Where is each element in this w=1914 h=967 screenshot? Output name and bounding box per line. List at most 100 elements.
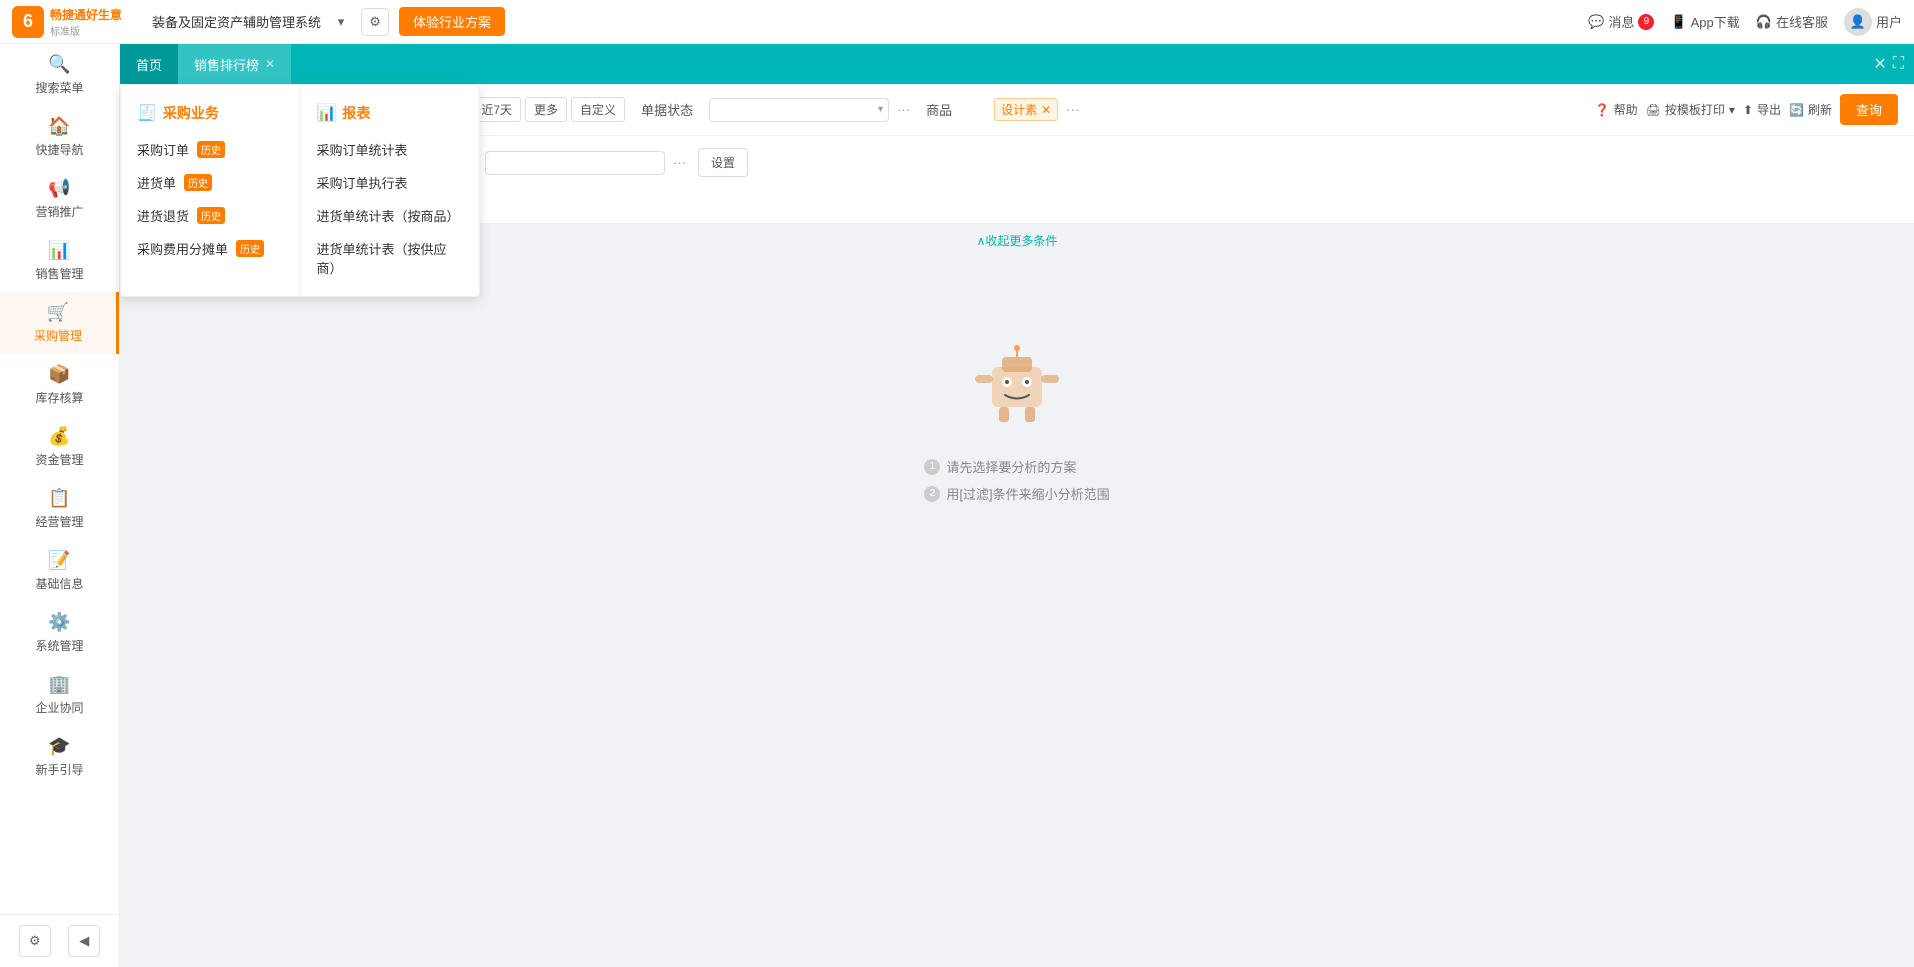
- sidebar-item-inventory[interactable]: 📦 库存核算: [0, 354, 119, 416]
- toolbar-right: ❓ 帮助 🖨 按模板打印 ▾ ⬆ 导出 🔄 刷新 查询: [1595, 94, 1898, 125]
- purchase-icon: 🛒: [47, 302, 69, 323]
- guide-icon: 🎓: [48, 736, 70, 757]
- print-icon: 🖨: [1646, 103, 1661, 117]
- query-btn[interactable]: 查询: [1840, 94, 1898, 125]
- sidebar-item-operations[interactable]: 📋 经营管理: [0, 478, 119, 540]
- history-badge-2: 历史: [197, 207, 225, 224]
- search-icon: 🔍: [48, 54, 70, 75]
- sidebar: 🔍 搜索菜单 🏠 快捷导航 📢 营销推广 📊 销售管理 🛒 采购管理 📦 库存核…: [0, 44, 120, 967]
- home-icon: 🏠: [48, 116, 70, 137]
- logo-icon: 6: [12, 6, 44, 38]
- tab-bar: 首页 销售排行榜 ✕ ✕ ⛶: [120, 44, 1914, 84]
- marketing-icon: 📢: [48, 178, 70, 199]
- dropdown-report-header: 📊 报表: [301, 97, 480, 133]
- history-badge-3: 历史: [236, 240, 264, 257]
- sidebar-item-enterprise[interactable]: 🏢 企业协同: [0, 664, 119, 726]
- purchase-dropdown-menu: 🧾 采购业务 采购订单 历史 进货单 历史 进货退货 历史 采购费用分摊单 历史…: [120, 84, 480, 297]
- sidebar-item-purchase[interactable]: 🛒 采购管理: [0, 292, 119, 354]
- history-badge-0: 历史: [197, 141, 225, 158]
- finance-icon: 💰: [48, 426, 70, 447]
- date-quick-btns: 近7天 更多 自定义: [472, 97, 625, 122]
- dropdown-item-purchase-order-exec[interactable]: 采购订单执行表: [301, 166, 480, 199]
- empty-tip-1: 1 请先选择要分析的方案: [924, 457, 1109, 476]
- doc-status-select-wrapper: ▾: [709, 98, 889, 122]
- header-dropdown-btn[interactable]: ▾: [331, 12, 351, 32]
- sidebar-item-guide[interactable]: 🎓 新手引导: [0, 726, 119, 788]
- message-icon: 💬: [1588, 14, 1604, 30]
- basic-icon: 📝: [48, 550, 70, 571]
- report-col-icon: 📊: [317, 103, 337, 123]
- tab-close-all-icon[interactable]: ✕: [1873, 54, 1886, 74]
- sidebar-item-finance[interactable]: 💰 资金管理: [0, 416, 119, 478]
- dropdown-item-return[interactable]: 进货退货 历史: [121, 199, 300, 232]
- settings-bottom-btn[interactable]: ⚙: [19, 925, 51, 957]
- sidebar-bottom: ⚙ ◀: [0, 914, 119, 967]
- tab-sales-rank[interactable]: 销售排行榜 ✕: [178, 44, 291, 84]
- tab-bar-right: ✕ ⛶: [1873, 54, 1914, 74]
- dropdown-purchase-header: 🧾 采购业务: [121, 97, 300, 133]
- refresh-btn[interactable]: 🔄 刷新: [1789, 101, 1832, 118]
- message-btn[interactable]: 💬 消息 9: [1588, 12, 1654, 31]
- date-more-btn[interactable]: 更多: [525, 97, 567, 122]
- print-btn[interactable]: 🖨 按模板打印 ▾: [1646, 101, 1735, 118]
- date-custom-btn[interactable]: 自定义: [571, 97, 625, 122]
- goods-label: 商品: [926, 100, 986, 119]
- goods-filter-group: 商品 设计素 ✕ ···: [926, 98, 1079, 121]
- doc-status-input[interactable]: [709, 98, 889, 122]
- tip-num-2: 2: [924, 486, 940, 502]
- doc-status-more-btn[interactable]: ···: [897, 102, 910, 117]
- goods-more-btn[interactable]: ···: [1066, 102, 1079, 117]
- settings-filter-btn[interactable]: 设置: [698, 148, 748, 177]
- header-middle: 装备及固定资产辅助管理系统 ▾ ⚙ 体验行业方案: [132, 7, 1588, 36]
- sidebar-item-search[interactable]: 🔍 搜索菜单: [0, 44, 119, 106]
- empty-state: 1 请先选择要分析的方案 2 用[过滤]条件来缩小分析范围: [120, 257, 1914, 583]
- tab-expand-icon[interactable]: ⛶: [1893, 55, 1904, 73]
- sidebar-item-sales[interactable]: 📊 销售管理: [0, 230, 119, 292]
- export-icon: ⬆: [1743, 103, 1753, 117]
- sidebar-item-quick-nav[interactable]: 🏠 快捷导航: [0, 106, 119, 168]
- collapse-icon: ∧: [977, 234, 986, 248]
- phone-icon: 📱: [1670, 14, 1686, 30]
- dropdown-report-col: 📊 报表 采购订单统计表 采购订单执行表 进货单统计表（按商品） 进货单统计表（…: [300, 85, 480, 296]
- dropdown-item-expense[interactable]: 采购费用分摊单 历史: [121, 232, 300, 265]
- salesperson-input[interactable]: [485, 151, 665, 175]
- goods-tag: 设计素 ✕: [994, 98, 1058, 121]
- collapse-sidebar-btn[interactable]: ◀: [68, 925, 100, 957]
- sidebar-item-system[interactable]: ⚙️ 系统管理: [0, 602, 119, 664]
- empty-illustration: [967, 337, 1067, 437]
- header-gear-btn[interactable]: ⚙: [361, 8, 389, 36]
- sales-icon: 📊: [48, 240, 70, 261]
- tip-num-1: 1: [924, 459, 940, 475]
- headset-icon: 🎧: [1756, 14, 1772, 30]
- user-btn[interactable]: 👤 用户: [1844, 8, 1902, 36]
- online-service-btn[interactable]: 🎧 在线客服: [1756, 12, 1828, 31]
- dropdown-item-receive-stat-goods[interactable]: 进货单统计表（按商品）: [301, 199, 480, 232]
- dropdown-purchase-col: 🧾 采购业务 采购订单 历史 进货单 历史 进货退货 历史 采购费用分摊单 历史: [121, 85, 300, 296]
- app-download-btn[interactable]: 📱 App下载: [1670, 12, 1739, 31]
- enterprise-icon: 🏢: [48, 674, 70, 695]
- dropdown-item-purchase-order-stat[interactable]: 采购订单统计表: [301, 133, 480, 166]
- message-badge: 9: [1638, 14, 1654, 30]
- tab-close-btn[interactable]: ✕: [265, 57, 275, 71]
- sidebar-item-marketing[interactable]: 📢 营销推广: [0, 168, 119, 230]
- top-header: 6 畅捷通好生意 标准版 装备及固定资产辅助管理系统 ▾ ⚙ 体验行业方案 💬 …: [0, 0, 1914, 44]
- salesperson-more-btn[interactable]: ···: [673, 155, 686, 170]
- logo-text: 畅捷通好生意 标准版: [50, 6, 122, 38]
- doc-status-label: 单据状态: [641, 100, 701, 119]
- header-right: 💬 消息 9 📱 App下载 🎧 在线客服 👤 用户: [1588, 8, 1902, 36]
- refresh-icon: 🔄: [1789, 103, 1804, 117]
- empty-tip-2: 2 用[过滤]条件来缩小分析范围: [924, 484, 1109, 503]
- user-avatar: 👤: [1844, 8, 1872, 36]
- industry-btn[interactable]: 体验行业方案: [399, 7, 505, 36]
- empty-tips: 1 请先选择要分析的方案 2 用[过滤]条件来缩小分析范围: [924, 457, 1109, 503]
- sidebar-item-basic[interactable]: 📝 基础信息: [0, 540, 119, 602]
- dropdown-item-receive[interactable]: 进货单 历史: [121, 166, 300, 199]
- export-btn[interactable]: ⬆ 导出: [1743, 101, 1781, 118]
- goods-tag-close[interactable]: ✕: [1041, 103, 1051, 117]
- dropdown-item-purchase-order[interactable]: 采购订单 历史: [121, 133, 300, 166]
- history-badge-1: 历史: [184, 174, 212, 191]
- operations-icon: 📋: [48, 488, 70, 509]
- dropdown-item-receive-stat-supplier[interactable]: 进货单统计表（按供应商）: [301, 232, 480, 284]
- tab-home[interactable]: 首页: [120, 44, 178, 84]
- help-btn[interactable]: ❓ 帮助: [1595, 101, 1638, 118]
